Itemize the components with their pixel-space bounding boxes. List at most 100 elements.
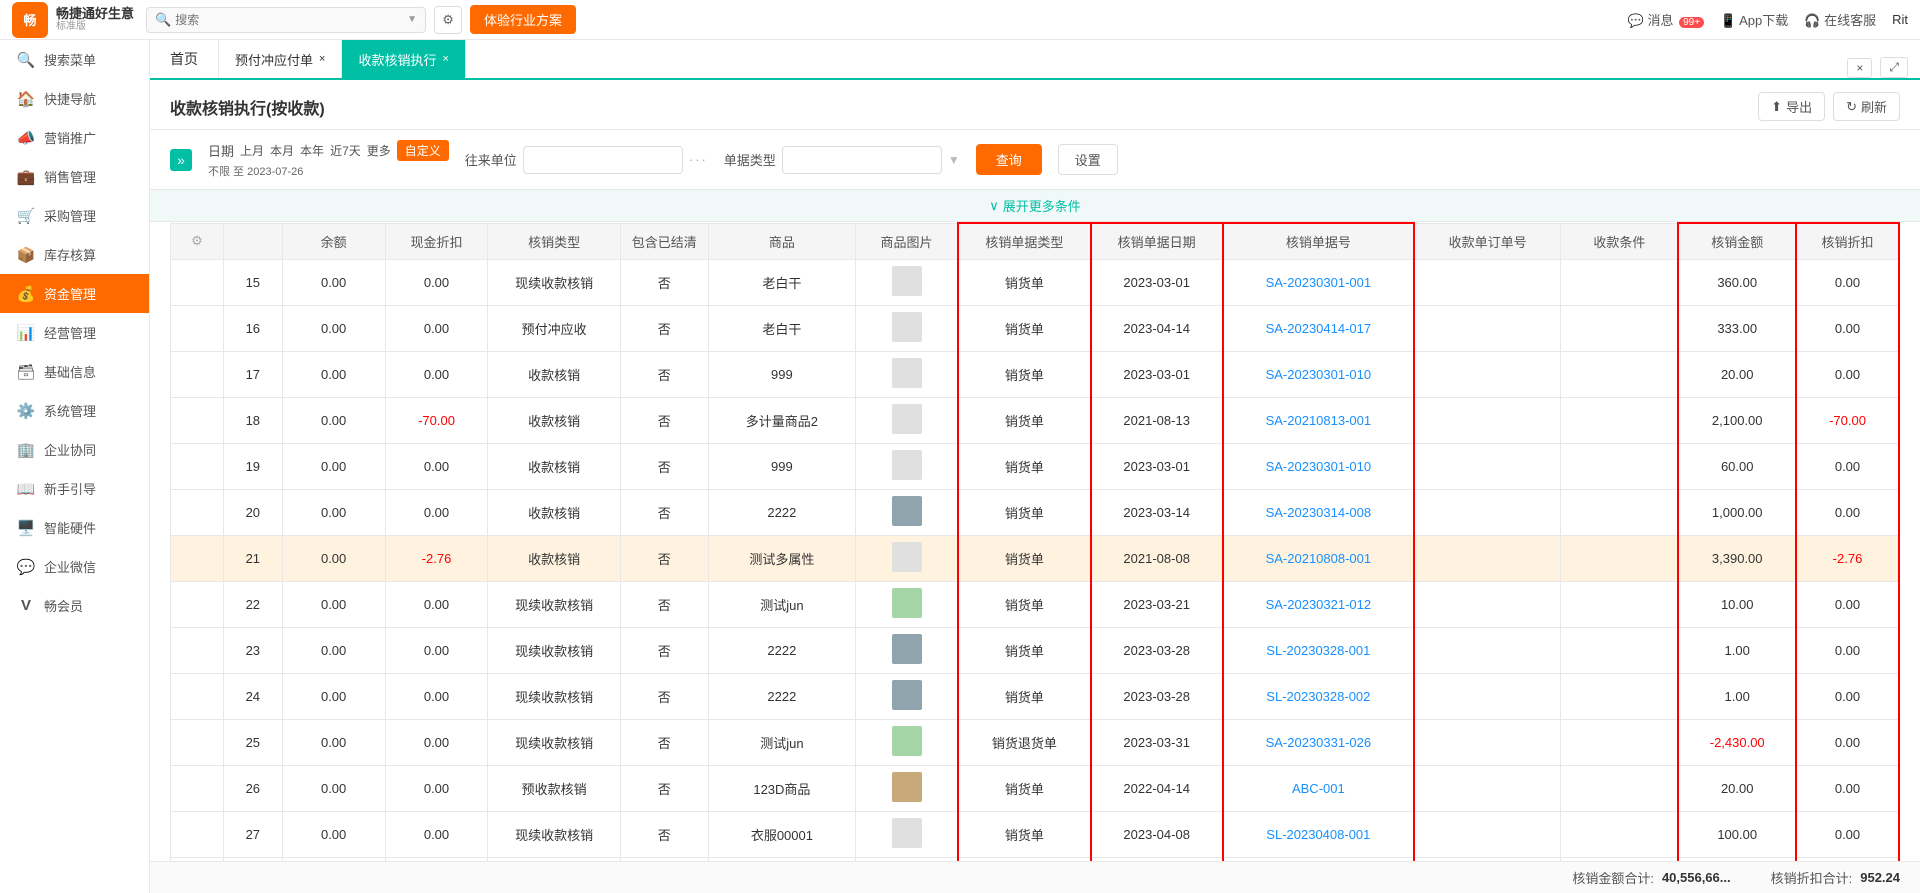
sidebar-item-guide[interactable]: 📖 新手引导 bbox=[0, 469, 149, 508]
sidebar-item-label: 采购管理 bbox=[44, 206, 96, 225]
date-option-last-month[interactable]: 上月 bbox=[240, 142, 264, 159]
voucher-no-link[interactable]: SA-20230414-017 bbox=[1266, 321, 1372, 336]
cell-goods: 老白干 bbox=[708, 306, 855, 352]
voucher-no-link[interactable]: SA-20210813-001 bbox=[1266, 413, 1372, 428]
maximize-button[interactable]: ⤢ bbox=[1880, 57, 1908, 78]
sidebar-item-business[interactable]: 📊 经营管理 bbox=[0, 313, 149, 352]
voucher-no-link[interactable]: SL-20230408-001 bbox=[1266, 827, 1370, 842]
sidebar-item-finance[interactable]: 💰 资金管理 bbox=[0, 274, 149, 313]
cell-amount: -2,430.00 bbox=[1678, 720, 1796, 766]
date-option-this-year[interactable]: 本年 bbox=[300, 142, 324, 159]
tab-receipt-cancel[interactable]: 收款核销执行 × bbox=[342, 40, 465, 78]
th-closed: 包含已结清 bbox=[620, 223, 708, 260]
unit-input[interactable] bbox=[523, 146, 683, 174]
sidebar-item-wechat[interactable]: 💬 企业微信 bbox=[0, 547, 149, 586]
app-download[interactable]: 📱 App下载 bbox=[1720, 10, 1788, 29]
voucher-no-link[interactable]: SA-20230314-008 bbox=[1266, 505, 1372, 520]
cell-voucher-date: 2023-03-01 bbox=[1091, 260, 1223, 306]
sidebar-item-system[interactable]: ⚙️ 系统管理 bbox=[0, 391, 149, 430]
cell-goods: 123D商品 bbox=[708, 766, 855, 812]
sidebar-item-quick-nav[interactable]: 🏠 快捷导航 bbox=[0, 79, 149, 118]
date-option-this-month[interactable]: 本月 bbox=[270, 142, 294, 159]
cell-cancel-discount: 0.00 bbox=[1796, 628, 1899, 674]
voucher-no-link[interactable]: SL-20230328-002 bbox=[1266, 689, 1370, 704]
cell-balance: 0.00 bbox=[282, 766, 385, 812]
close-icon[interactable]: × bbox=[319, 53, 325, 65]
settings-button[interactable]: 设置 bbox=[1058, 144, 1118, 175]
sidebar-item-vip[interactable]: V 畅会员 bbox=[0, 586, 149, 625]
table-row: 25 0.00 0.00 现续收款核销 否 测试jun 销货退货单 2023-0… bbox=[171, 720, 1900, 766]
cell-settings bbox=[171, 766, 224, 812]
cell-voucher-date: 2021-08-13 bbox=[1091, 398, 1223, 444]
search-bar[interactable]: 🔍 ▼ bbox=[146, 7, 426, 33]
cell-closed: 否 bbox=[620, 398, 708, 444]
voucher-no-link[interactable]: SA-20230301-010 bbox=[1266, 459, 1372, 474]
data-table: ⚙ 余额 现金折扣 核销类型 包含已结清 商品 商品图片 核销单据类型 核销单据… bbox=[170, 222, 1900, 861]
voucher-no-link[interactable]: SA-20230301-001 bbox=[1266, 275, 1372, 290]
cell-amount: 10.00 bbox=[1678, 582, 1796, 628]
close-icon[interactable]: × bbox=[442, 53, 448, 65]
sidebar-item-purchase[interactable]: 🛒 采购管理 bbox=[0, 196, 149, 235]
sidebar-item-inventory[interactable]: 📦 库存核算 bbox=[0, 235, 149, 274]
voucher-no-link[interactable]: SA-20230301-010 bbox=[1266, 367, 1372, 382]
export-button[interactable]: ⬆ 导出 bbox=[1758, 92, 1825, 121]
cell-receipt-order bbox=[1414, 352, 1561, 398]
cell-closed: 否 bbox=[620, 628, 708, 674]
sidebar-item-search[interactable]: 🔍 搜索菜单 bbox=[0, 40, 149, 79]
voucher-no-link[interactable]: SA-20210808-001 bbox=[1266, 551, 1372, 566]
cell-cash-discount: 0.00 bbox=[385, 628, 488, 674]
query-button[interactable]: 查询 bbox=[976, 144, 1042, 175]
sidebar-item-sales[interactable]: 💼 销售管理 bbox=[0, 157, 149, 196]
date-option-7days[interactable]: 近7天 bbox=[330, 142, 361, 159]
type-input[interactable] bbox=[782, 146, 942, 174]
filter-expand-button[interactable]: » bbox=[170, 149, 192, 171]
online-service[interactable]: 🎧 在线客服 bbox=[1804, 10, 1876, 29]
voucher-no-link[interactable]: SL-20230328-001 bbox=[1266, 643, 1370, 658]
cell-closed: 否 bbox=[620, 490, 708, 536]
th-amount: 核销金额 bbox=[1678, 223, 1796, 260]
gear-btn[interactable]: ⚙ bbox=[434, 6, 462, 34]
tab-prepay[interactable]: 预付冲应付单 × bbox=[219, 40, 342, 78]
tab-home[interactable]: 首页 bbox=[150, 40, 219, 78]
cell-voucher-type: 销货单 bbox=[958, 812, 1090, 858]
sidebar-item-label: 销售管理 bbox=[44, 167, 96, 186]
cell-receipt-order bbox=[1414, 766, 1561, 812]
sidebar-item-basic[interactable]: 🗃 基础信息 bbox=[0, 352, 149, 391]
cell-idx: 20 bbox=[223, 490, 282, 536]
search-input[interactable] bbox=[175, 13, 403, 27]
cell-balance: 0.00 bbox=[282, 306, 385, 352]
expand-more-button[interactable]: ∨ 展开更多条件 bbox=[989, 196, 1081, 215]
user-name[interactable]: Rit bbox=[1892, 12, 1908, 27]
th-condition: 收款条件 bbox=[1561, 223, 1679, 260]
date-option-more[interactable]: 更多 bbox=[367, 142, 391, 159]
sidebar-item-hardware[interactable]: 🖥️ 智能硬件 bbox=[0, 508, 149, 547]
cell-goods-img bbox=[855, 674, 958, 720]
page-header: 收款核销执行(按收款) ⬆ 导出 ↻ 刷新 bbox=[150, 80, 1920, 130]
cell-condition bbox=[1561, 582, 1679, 628]
cell-cancel-discount: 0.00 bbox=[1796, 766, 1899, 812]
cell-receipt-order bbox=[1414, 490, 1561, 536]
voucher-no-link[interactable]: SA-20230331-026 bbox=[1266, 735, 1372, 750]
th-settings[interactable]: ⚙ bbox=[171, 223, 224, 260]
th-cancel-discount: 核销折扣 bbox=[1796, 223, 1899, 260]
top-bar: 畅 畅捷通好生意 标准版 🔍 ▼ ⚙ 体验行业方案 💬 消息 99+ 📱 App… bbox=[0, 0, 1920, 40]
sidebar-item-marketing[interactable]: 📣 营销推广 bbox=[0, 118, 149, 157]
sidebar-item-corp[interactable]: 🏢 企业协同 bbox=[0, 430, 149, 469]
date-custom-button[interactable]: 自定义 bbox=[397, 140, 449, 161]
message-icon[interactable]: 💬 消息 99+ bbox=[1628, 10, 1704, 29]
th-cancel-type: 核销类型 bbox=[488, 223, 620, 260]
close-tab-button[interactable]: × bbox=[1847, 58, 1872, 78]
cell-closed: 否 bbox=[620, 720, 708, 766]
cell-cash-discount: 0.00 bbox=[385, 260, 488, 306]
trial-button[interactable]: 体验行业方案 bbox=[470, 5, 576, 34]
cell-cancel-type: 收款核销 bbox=[488, 398, 620, 444]
refresh-button[interactable]: ↻ 刷新 bbox=[1833, 92, 1900, 121]
expand-more-bar: ∨ 展开更多条件 bbox=[150, 190, 1920, 222]
voucher-no-link[interactable]: ABC-001 bbox=[1292, 781, 1345, 796]
table-footer: 核销金额合计: 40,556,66... 核销折扣合计: 952.24 bbox=[150, 861, 1920, 893]
voucher-no-link[interactable]: SA-20230321-012 bbox=[1266, 597, 1372, 612]
cell-cancel-discount: 0.00 bbox=[1796, 444, 1899, 490]
content-area: 首页 预付冲应付单 × 收款核销执行 × × ⤢ 收款核销执行(按收款) bbox=[150, 40, 1920, 893]
column-settings-icon[interactable]: ⚙ bbox=[191, 233, 203, 249]
type-label: 单据类型 bbox=[724, 150, 776, 169]
